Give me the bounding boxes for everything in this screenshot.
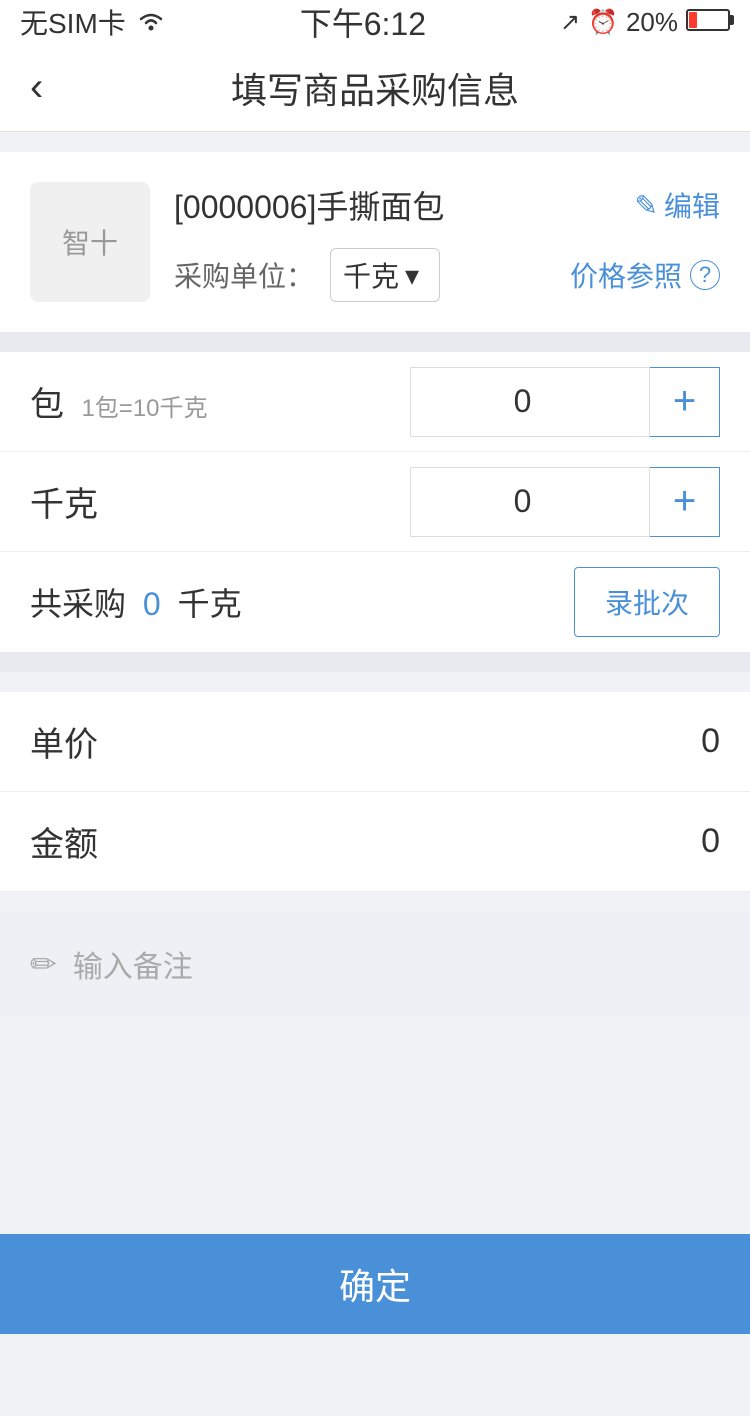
battery-icon [686, 7, 730, 38]
edit-icon: ✎ [635, 189, 658, 222]
purchase-unit-row: 采购单位： 千克 ▾ 价格参照 ? [174, 248, 720, 302]
battery-percent: 20% [626, 7, 678, 38]
pencil-icon: ✏ [30, 945, 57, 983]
kg-input-row: 千克 + [0, 452, 750, 552]
edit-label: 编辑 [664, 185, 720, 225]
product-header: [0000006]手撕面包 ✎ 编辑 [174, 182, 720, 228]
unit-price-row: 单价 0 [0, 692, 750, 792]
help-icon: ? [690, 260, 720, 290]
confirm-button[interactable]: 确定 [0, 1234, 750, 1334]
edit-button[interactable]: ✎ 编辑 [635, 185, 720, 225]
bag-sublabel: 1包=10千克 [81, 395, 207, 422]
status-left: 无SIM卡 [20, 2, 166, 42]
amount-label: 金额 [30, 817, 98, 866]
product-card: 智十 [0000006]手撕面包 ✎ 编辑 采购单位： 千克 ▾ 价格参照 ? [0, 152, 750, 332]
nav-bar: ‹ 填写商品采购信息 [0, 44, 750, 132]
product-name: [0000006]手撕面包 [174, 182, 444, 228]
location-icon: ↗ [560, 8, 580, 37]
dropdown-icon: ▾ [405, 259, 419, 292]
bag-label: 包 1包=10千克 [30, 377, 208, 426]
price-section: 单价 0 金额 0 [0, 692, 750, 892]
status-time: 下午6:12 [300, 0, 426, 45]
carrier-text: 无SIM卡 [20, 2, 126, 42]
price-ref-button[interactable]: 价格参照 ? [570, 255, 720, 295]
summary-value: 0 [143, 586, 161, 622]
unit-select[interactable]: 千克 ▾ [330, 248, 440, 302]
back-button[interactable]: ‹ [30, 65, 43, 110]
kg-input-control: + [410, 467, 720, 537]
input-section: 包 1包=10千克 + 千克 + [0, 352, 750, 552]
bag-quantity-input[interactable] [410, 367, 650, 437]
bag-input-control: + [410, 367, 720, 437]
summary-row: 共采购 0 千克 录批次 [0, 552, 750, 652]
product-info: [0000006]手撕面包 ✎ 编辑 采购单位： 千克 ▾ 价格参照 ? [174, 182, 720, 302]
divider-1 [0, 332, 750, 352]
product-image: 智十 [30, 182, 150, 302]
kg-quantity-input[interactable] [410, 467, 650, 537]
status-bar: 无SIM卡 下午6:12 ↗ ⏰ 20% [0, 0, 750, 44]
unit-price-value: 0 [701, 722, 720, 761]
amount-row: 金额 0 [0, 792, 750, 892]
amount-value: 0 [701, 822, 720, 861]
wifi-icon [136, 6, 166, 38]
divider-2 [0, 652, 750, 672]
status-right: ↗ ⏰ 20% [560, 7, 730, 38]
unit-label: 采购单位： [174, 255, 314, 295]
record-batch-button[interactable]: 录批次 [574, 567, 720, 637]
alarm-icon: ⏰ [588, 8, 618, 37]
bag-input-row: 包 1包=10千克 + [0, 352, 750, 452]
remark-section[interactable]: ✏ 输入备注 [0, 912, 750, 1016]
page-title: 填写商品采购信息 [231, 62, 519, 114]
remark-placeholder: 输入备注 [73, 942, 193, 986]
kg-plus-button[interactable]: + [650, 467, 720, 537]
summary-prefix: 共采购 0 千克 [30, 579, 242, 625]
kg-label: 千克 [30, 477, 170, 526]
unit-price-label: 单价 [30, 717, 98, 766]
bag-plus-button[interactable]: + [650, 367, 720, 437]
